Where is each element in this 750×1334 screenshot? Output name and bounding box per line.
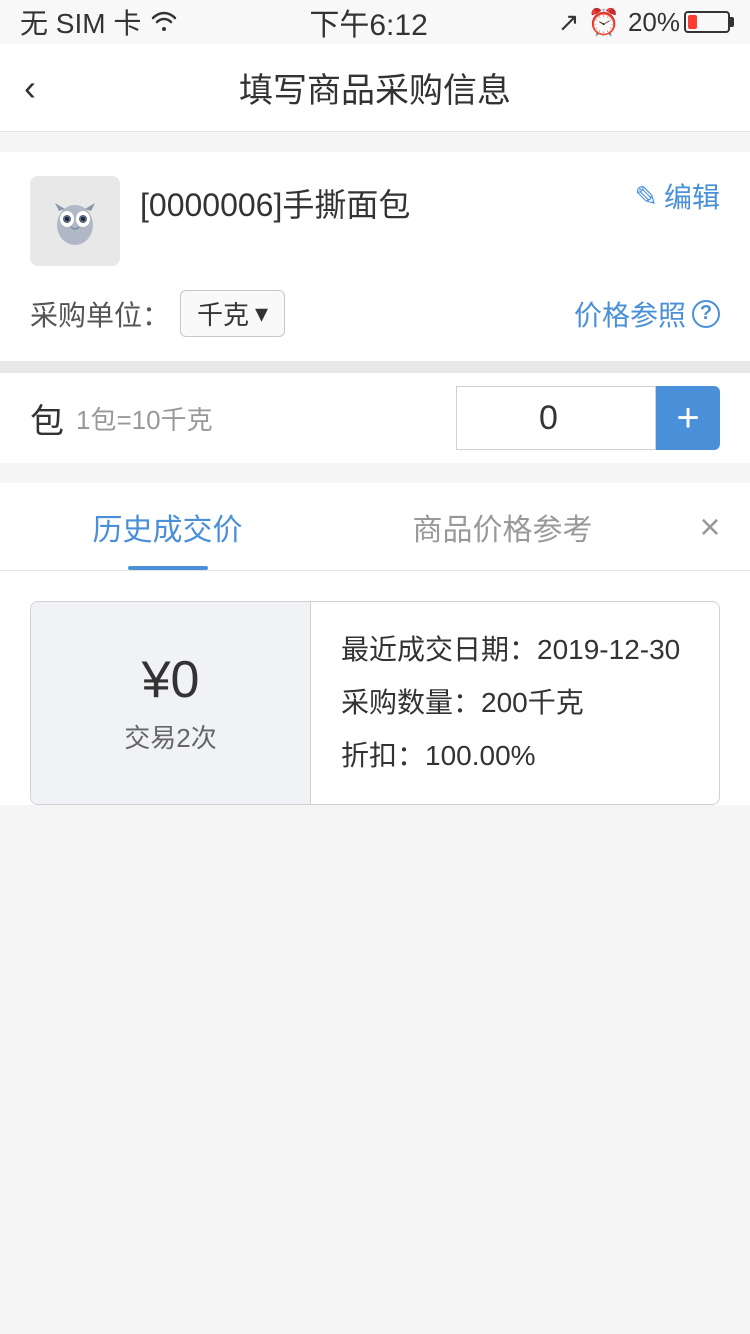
price-reference-button[interactable]: 价格参照 ? — [574, 294, 720, 334]
location-icon: ↗ — [558, 7, 580, 38]
product-header: [0000006]手撕面包 ✎ 编辑 — [30, 176, 720, 266]
tab2-label: 商品价格参考 — [413, 505, 593, 549]
discount-value: 100.00% — [425, 740, 536, 771]
product-meta: 采购单位： 千克 ▾ 价格参照 ? — [30, 290, 720, 337]
product-name: [0000006]手撕面包 — [140, 180, 410, 226]
quantity-plus-button[interactable]: + — [656, 386, 720, 450]
price-amount: ¥0 — [142, 650, 200, 710]
edit-label: 编辑 — [664, 176, 720, 216]
battery-fill — [688, 15, 698, 29]
quantity-input[interactable] — [456, 386, 656, 450]
section-divider — [0, 361, 750, 373]
price-details-panel: 最近成交日期：2019-12-30 采购数量：200千克 折扣：100.00% — [311, 602, 719, 804]
tabs: 历史成交价 商品价格参考 × — [0, 483, 750, 571]
close-button[interactable]: × — [670, 506, 750, 548]
discount-label: 折扣： — [341, 740, 425, 771]
status-left: 无 SIM 卡 — [20, 2, 179, 42]
battery-percent: 20% — [628, 7, 680, 38]
page-title: 填写商品采购信息 — [239, 63, 511, 112]
trade-count: 交易2次 — [124, 718, 216, 755]
unit-badge: 包 — [30, 394, 64, 443]
discount-row: 折扣：100.00% — [341, 736, 689, 775]
purchase-qty-value: 200千克 — [481, 687, 584, 718]
tab-product-price-ref[interactable]: 商品价格参考 — [335, 483, 670, 570]
price-card: ¥0 交易2次 最近成交日期：2019-12-30 采购数量：200千克 折扣：… — [30, 601, 720, 805]
battery-indicator: 20% — [628, 7, 730, 38]
sim-text: 无 SIM 卡 — [20, 2, 141, 42]
price-summary-panel: ¥0 交易2次 — [31, 602, 311, 804]
unit-value: 千克 — [197, 295, 249, 332]
tab-history-price[interactable]: 历史成交价 — [0, 483, 335, 570]
info-icon: ? — [692, 300, 720, 328]
unit-label: 采购单位： — [30, 294, 170, 334]
bottom-panel: 历史成交价 商品价格参考 × ¥0 交易2次 最近成交日期：2019-12-30… — [0, 483, 750, 805]
product-left: [0000006]手撕面包 — [30, 176, 410, 266]
purchase-qty-row: 采购数量：200千克 — [341, 683, 689, 722]
price-ref-label: 价格参照 — [574, 294, 686, 334]
edit-button[interactable]: ✎ 编辑 — [635, 176, 720, 216]
status-bar: 无 SIM 卡 下午6:12 ↗ ⏰ 20% — [0, 0, 750, 44]
time-display: 下午6:12 — [309, 0, 427, 44]
nav-bar: ‹ 填写商品采购信息 — [0, 44, 750, 132]
alarm-icon: ⏰ — [588, 7, 620, 38]
wifi-icon — [149, 6, 179, 38]
quantity-row: 包 1包=10千克 + — [0, 373, 750, 463]
tab1-label: 历史成交价 — [93, 505, 243, 549]
back-button[interactable]: ‹ — [24, 67, 36, 109]
product-icon — [30, 176, 120, 266]
status-right: ↗ ⏰ 20% — [558, 7, 730, 38]
product-card: [0000006]手撕面包 ✎ 编辑 采购单位： 千克 ▾ 价格参照 ? — [0, 152, 750, 361]
purchase-qty-label: 采购数量： — [341, 687, 481, 718]
unit-row: 采购单位： 千克 ▾ — [30, 290, 285, 337]
recent-date-label: 最近成交日期： — [341, 634, 537, 665]
unit-sub-label: 1包=10千克 — [76, 400, 213, 437]
recent-date-row: 最近成交日期：2019-12-30 — [341, 630, 689, 669]
quantity-label: 包 1包=10千克 — [30, 394, 213, 443]
dropdown-arrow-icon: ▾ — [255, 298, 268, 329]
quantity-control: + — [456, 386, 720, 450]
battery-bar — [684, 11, 730, 33]
edit-icon: ✎ — [635, 180, 658, 213]
recent-date-value: 2019-12-30 — [537, 634, 680, 665]
unit-select[interactable]: 千克 ▾ — [180, 290, 285, 337]
